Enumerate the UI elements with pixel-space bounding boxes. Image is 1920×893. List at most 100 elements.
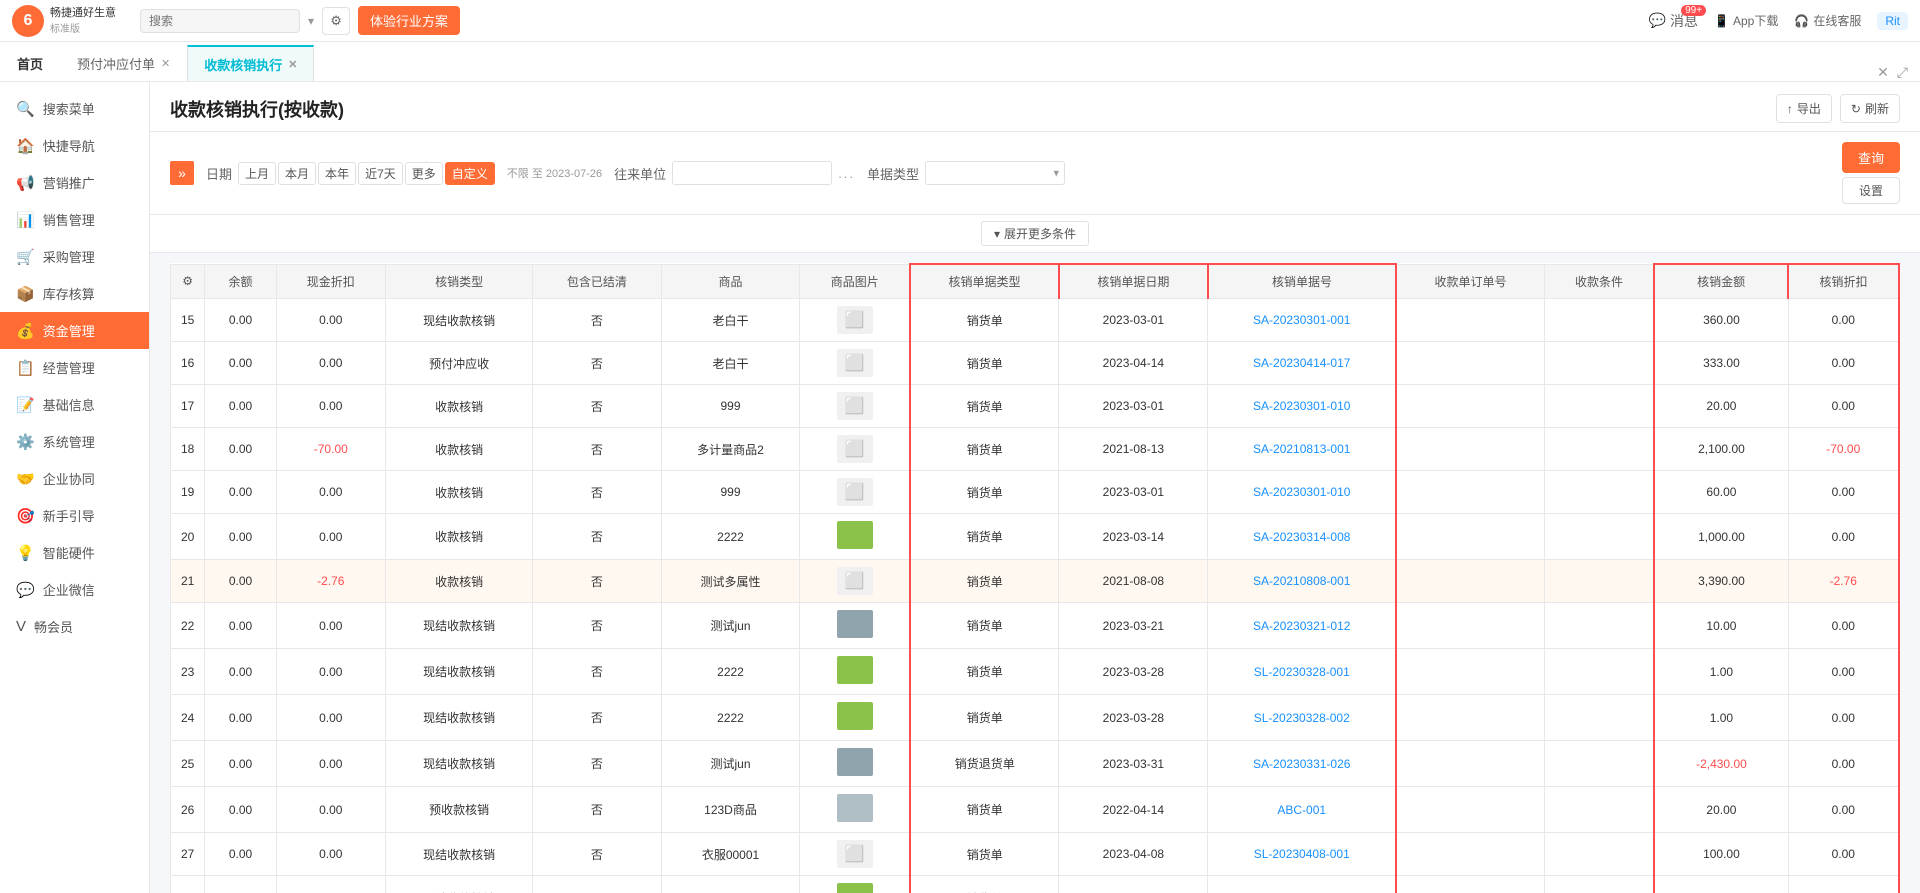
tab-prepay-close[interactable]: ✕ [161,57,170,70]
voucher-no-link[interactable]: SA-20210813-001 [1253,442,1350,456]
sidebar: 🔍 搜索菜单 🏠 快捷导航 📢 营销推广 📊 销售管理 🛒 采购管理 📦 库存核… [0,82,150,893]
date-btn-7days[interactable]: 近7天 [358,162,403,185]
cell-voucher-date: 2023-03-01 [1059,471,1208,514]
cell-voucher-no[interactable]: SA-20230331-026 [1208,741,1396,787]
sidebar-item-wechat[interactable]: 💬 企业微信 [0,571,149,608]
voucher-no-link[interactable]: SA-20210808-001 [1253,574,1350,588]
th-settings[interactable]: ⚙ [171,264,205,299]
date-btn-custom[interactable]: 自定义 [445,162,495,185]
cell-cash-discount: -70.00 [276,428,385,471]
cell-amount: -2,430.00 [1654,741,1788,787]
company-input[interactable] [672,161,832,185]
voucher-no-link[interactable]: SL-20230328-001 [1254,665,1350,679]
top-bar: 6 畅捷通好生意 标准版 ▾ ⚙ 体验行业方案 💬 消息 99+ 📱 App下载… [0,0,1920,42]
sidebar-item-sales[interactable]: 📊 销售管理 [0,201,149,238]
voucher-no-link[interactable]: SA-20230321-012 [1253,619,1350,633]
cell-id: 25 [171,741,205,787]
sidebar-item-basic[interactable]: 📝 基础信息 [0,386,149,423]
sidebar-item-guide[interactable]: 🎯 新手引导 [0,497,149,534]
sidebar-item-collab[interactable]: 🤝 企业协同 [0,460,149,497]
close-window-icon[interactable]: ✕ [1877,64,1889,81]
search-input[interactable] [140,9,300,33]
main-content: 收款核销执行(按收款) ↑ 导出 ↻ 刷新 » 日期 上月 本月 本 [150,82,1920,893]
table-row: 22 0.00 0.00 现结收款核销 否 测试jun 销货单 2023-03-… [171,603,1900,649]
cell-voucher-no[interactable]: SA-20230301-010 [1208,385,1396,428]
cell-voucher-no[interactable]: SA-20210813-001 [1208,428,1396,471]
cell-voucher-no[interactable]: SL-20230408-001 [1208,833,1396,876]
voucher-type-select[interactable] [925,161,1065,185]
sidebar-item-vip[interactable]: V 畅会员 [0,608,149,645]
voucher-no-link[interactable]: SA-20230414-017 [1253,356,1350,370]
date-btn-this-month[interactable]: 本月 [278,162,316,185]
sidebar-label-system: 系统管理 [43,432,95,451]
refresh-button[interactable]: ↻ 刷新 [1840,94,1900,123]
finance-icon: 💰 [16,322,35,340]
tab-prepay[interactable]: 预付冲应付单 ✕ [60,45,187,81]
voucher-no-link[interactable]: SL-20230408-001 [1254,847,1350,861]
cell-balance: 0.00 [205,603,276,649]
goods-thumbnail [837,521,873,549]
cell-balance: 0.00 [205,560,276,603]
settings-icon[interactable]: ⚙ [322,7,350,35]
cell-voucher-no[interactable]: SA-20230314-008 [1208,514,1396,560]
cell-voucher-no[interactable]: SA-20210808-001 [1208,560,1396,603]
online-service[interactable]: 🎧 在线客服 [1794,12,1861,29]
cell-balance: 0.00 [205,695,276,741]
cell-voucher-no[interactable]: SA-20230301-001 [1208,299,1396,342]
maximize-window-icon[interactable]: ⤢ [1897,64,1908,81]
search-dropdown-icon[interactable]: ▾ [308,14,314,28]
date-btn-more[interactable]: 更多 [405,162,443,185]
cell-voucher-no[interactable]: SL-20230418-001 [1208,876,1396,893]
th-voucher-date: 核销单据日期 [1059,264,1208,299]
sidebar-item-marketing[interactable]: 📢 营销推广 [0,164,149,201]
voucher-no-link[interactable]: SA-20230301-010 [1253,485,1350,499]
cell-voucher-type: 销货单 [910,603,1059,649]
voucher-no-link[interactable]: ABC-001 [1277,803,1326,817]
table-row: 16 0.00 0.00 预付冲应收 否 老白干 ⬜ 销货单 2023-04-1… [171,342,1900,385]
voucher-no-link[interactable]: SA-20230331-026 [1253,757,1350,771]
sidebar-item-hardware[interactable]: 💡 智能硬件 [0,534,149,571]
cell-voucher-no[interactable]: SA-20230414-017 [1208,342,1396,385]
sidebar-label-marketing: 营销推广 [43,173,95,192]
page-header: 收款核销执行(按收款) ↑ 导出 ↻ 刷新 [150,82,1920,132]
cell-voucher-no[interactable]: SA-20230321-012 [1208,603,1396,649]
query-button[interactable]: 查询 [1842,142,1900,173]
voucher-no-link[interactable]: SA-20230301-001 [1253,313,1350,327]
sidebar-item-system[interactable]: ⚙️ 系统管理 [0,423,149,460]
tab-collection-close[interactable]: ✕ [288,58,297,71]
cell-balance: 0.00 [205,876,276,893]
voucher-no-link[interactable]: SA-20230301-010 [1253,399,1350,413]
sidebar-item-operation[interactable]: 📋 经营管理 [0,349,149,386]
cell-balance: 0.00 [205,649,276,695]
date-btn-last-month[interactable]: 上月 [238,162,276,185]
cell-voucher-no[interactable]: ABC-001 [1208,787,1396,833]
cell-voucher-no[interactable]: SA-20230301-010 [1208,471,1396,514]
tab-home[interactable]: 首页 [0,45,60,81]
sidebar-item-purchase[interactable]: 🛒 采购管理 [0,238,149,275]
voucher-no-link[interactable]: SA-20230314-008 [1253,530,1350,544]
cell-voucher-no[interactable]: SL-20230328-002 [1208,695,1396,741]
expand-filter-button[interactable]: » [170,161,194,185]
sidebar-item-nav[interactable]: 🏠 快捷导航 [0,127,149,164]
logo-icon: 6 [12,5,44,37]
cell-order-no [1396,603,1544,649]
app-download[interactable]: 📱 App下载 [1714,12,1778,29]
cell-id: 27 [171,833,205,876]
date-btn-this-year[interactable]: 本年 [318,162,356,185]
user-avatar[interactable]: Rit [1877,12,1908,30]
cell-voucher-no[interactable]: SL-20230328-001 [1208,649,1396,695]
cell-voucher-date: 2023-04-08 [1059,833,1208,876]
expand-more-button[interactable]: ▾ 展开更多条件 [981,221,1089,246]
notification-icon[interactable]: 💬 消息 99+ [1649,11,1698,31]
sidebar-item-inventory[interactable]: 📦 库存核算 [0,275,149,312]
tab-collection[interactable]: 收款核销执行 ✕ [187,45,314,81]
cell-img: ⬜ [800,428,910,471]
export-button[interactable]: ↑ 导出 [1776,94,1832,123]
settings-button[interactable]: 设置 [1842,177,1900,204]
voucher-no-link[interactable]: SL-20230328-002 [1254,711,1350,725]
sidebar-item-finance[interactable]: 💰 资金管理 [0,312,149,349]
industry-button[interactable]: 体验行业方案 [358,6,460,35]
goods-thumbnail: ⬜ [837,567,873,595]
voucher-label: 单据类型 [867,164,919,183]
sidebar-item-search[interactable]: 🔍 搜索菜单 [0,90,149,127]
